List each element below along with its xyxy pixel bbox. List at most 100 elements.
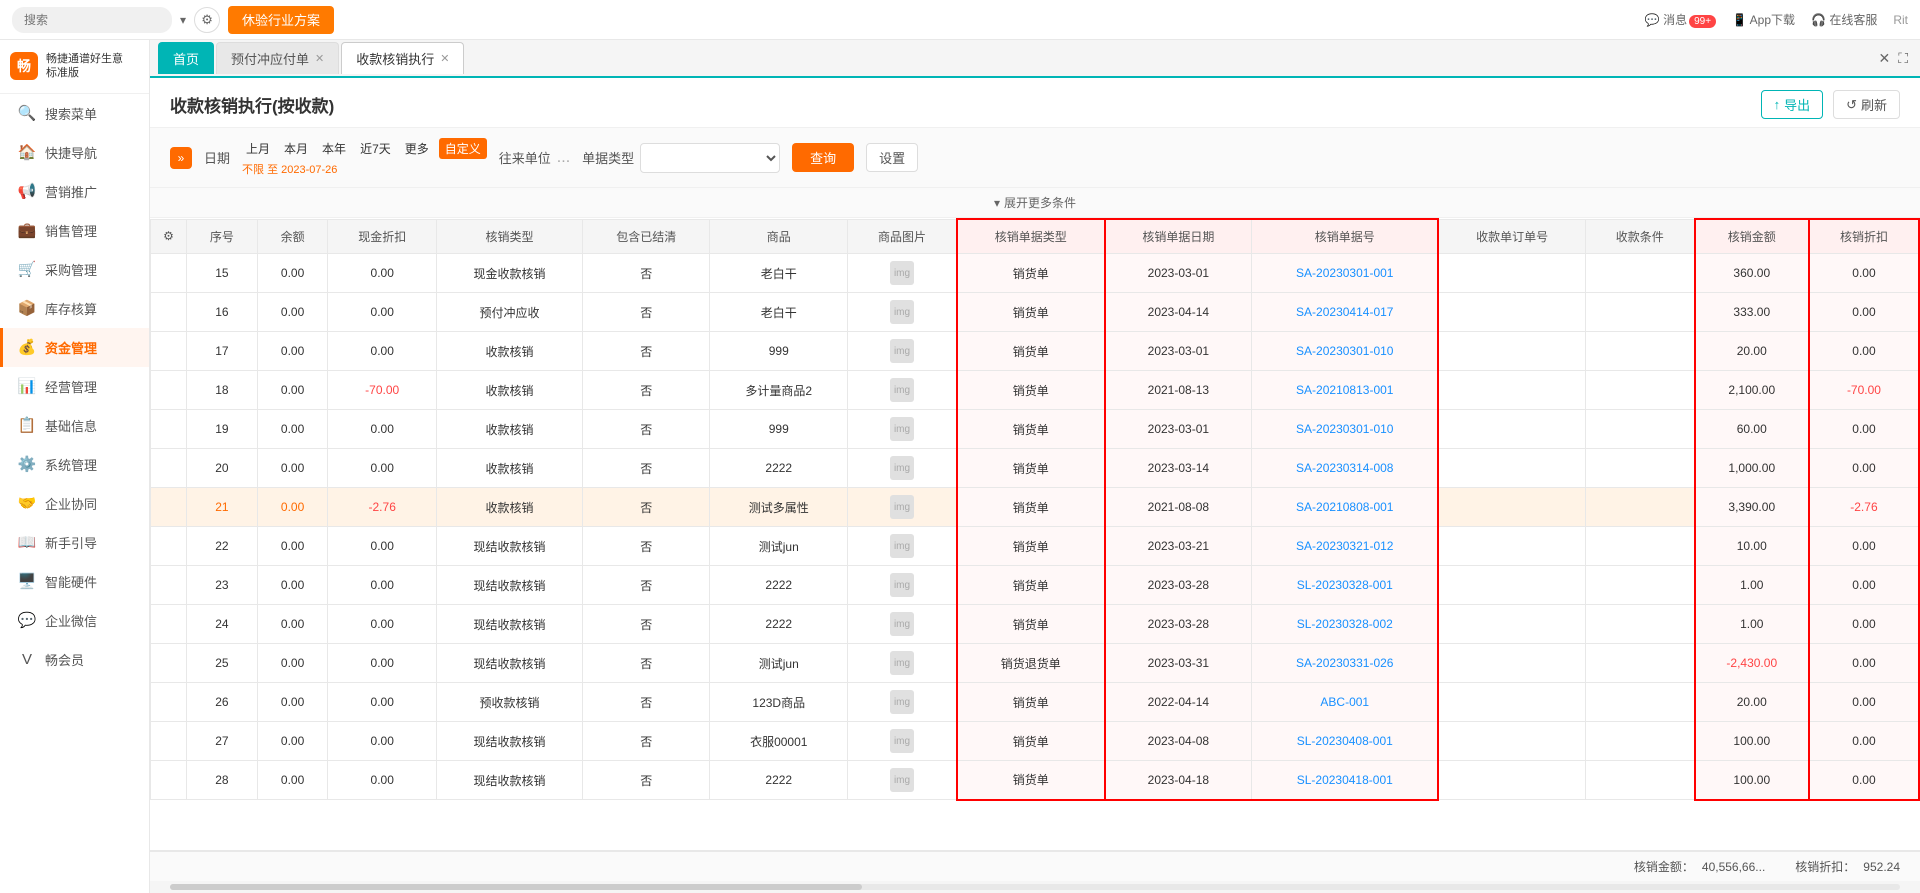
table-cell: 2023-03-01 xyxy=(1105,254,1252,293)
table-cell[interactable]: SL-20230418-001 xyxy=(1252,761,1439,800)
table-cell: 0.00 xyxy=(328,644,436,683)
goods-img-cell: img xyxy=(848,566,957,605)
date-btn-more[interactable]: 更多 xyxy=(401,138,433,159)
date-btn-this-year[interactable]: 本年 xyxy=(318,138,350,159)
tab-close-button[interactable]: ✕ xyxy=(1878,50,1890,67)
table-cell: 0.00 xyxy=(328,449,436,488)
date-filter-group: 上月 本月 本年 近7天 更多 自定义 不限 至 2023-07-26 xyxy=(242,138,487,177)
table-cell: 0.00 xyxy=(257,683,328,722)
table-cell[interactable]: SL-20230328-001 xyxy=(1252,566,1439,605)
tab-bar: 首页 预付冲应付单 ✕ 收款核销执行 ✕ ✕ ⛶ xyxy=(150,40,1920,78)
col-settings: ⚙ xyxy=(151,219,187,254)
table-cell: 测试多属性 xyxy=(710,488,848,527)
table-cell: 1.00 xyxy=(1695,605,1809,644)
table-cell: 0.00 xyxy=(328,410,436,449)
table-cell: 测试jun xyxy=(710,644,848,683)
table-cell: 360.00 xyxy=(1695,254,1809,293)
message-link[interactable]: 💬 消息99+ xyxy=(1645,11,1716,28)
table-cell[interactable]: SL-20230328-002 xyxy=(1252,605,1439,644)
table-cell: 999 xyxy=(710,410,848,449)
date-btn-7days[interactable]: 近7天 xyxy=(356,138,395,159)
date-btn-custom[interactable]: 自定义 xyxy=(439,138,487,159)
table-cell: 0.00 xyxy=(328,527,436,566)
table-cell xyxy=(1438,527,1585,566)
table-cell: -70.00 xyxy=(1809,371,1919,410)
service-link[interactable]: 🎧 在线客服 xyxy=(1811,11,1877,28)
table-cell: 1.00 xyxy=(1695,566,1809,605)
table-cell: 销货单 xyxy=(957,371,1105,410)
sidebar-label-finance: 资金管理 xyxy=(45,338,97,357)
table-cell xyxy=(151,371,187,410)
sidebar-item-inventory[interactable]: 📦 库存核算 xyxy=(0,289,149,328)
table-cell[interactable]: SA-20230331-026 xyxy=(1252,644,1439,683)
industry-button[interactable]: 休验行业方案 xyxy=(228,6,334,34)
sidebar-item-basic[interactable]: 📋 基础信息 xyxy=(0,406,149,445)
table-cell: 27 xyxy=(187,722,258,761)
sidebar-item-guide[interactable]: 📖 新手引导 xyxy=(0,523,149,562)
tab-maximize-button[interactable]: ⛶ xyxy=(1898,50,1908,67)
refresh-button[interactable]: ↺ 刷新 xyxy=(1833,90,1900,119)
sidebar-item-system[interactable]: ⚙️ 系统管理 xyxy=(0,445,149,484)
table-cell[interactable]: SA-20230414-017 xyxy=(1252,293,1439,332)
tab-prepay[interactable]: 预付冲应付单 ✕ xyxy=(216,42,339,74)
sidebar-item-corp[interactable]: 🤝 企业协同 xyxy=(0,484,149,523)
horizontal-scrollbar[interactable] xyxy=(150,881,1920,893)
table-cell: 2023-04-08 xyxy=(1105,722,1252,761)
date-btn-this-month[interactable]: 本月 xyxy=(280,138,312,159)
table-cell: 销货单 xyxy=(957,488,1105,527)
dropdown-chevron-icon[interactable]: ▾ xyxy=(180,13,186,27)
bill-type-select[interactable] xyxy=(640,143,780,173)
top-bar: ▾ ⚙ 休验行业方案 💬 消息99+ 📱 App下载 🎧 在线客服 Rit xyxy=(0,0,1920,40)
table-cell: 0.00 xyxy=(257,254,328,293)
table-cell[interactable]: SA-20230301-001 xyxy=(1252,254,1439,293)
table-cell: 0.00 xyxy=(257,371,328,410)
sidebar-item-hardware[interactable]: 🖥️ 智能硬件 xyxy=(0,562,149,601)
sidebar-item-wechat[interactable]: 💬 企业微信 xyxy=(0,601,149,640)
app-download-link[interactable]: 📱 App下载 xyxy=(1732,11,1795,28)
table-cell: 16 xyxy=(187,293,258,332)
sidebar-item-business[interactable]: 📊 经营管理 xyxy=(0,367,149,406)
table-cell[interactable]: SA-20230301-010 xyxy=(1252,332,1439,371)
partner-dots[interactable]: ... xyxy=(557,149,570,167)
search-input[interactable] xyxy=(12,7,172,33)
table-cell[interactable]: SA-20210813-001 xyxy=(1252,371,1439,410)
date-btn-last-month[interactable]: 上月 xyxy=(242,138,274,159)
sidebar-item-vip[interactable]: V 畅会员 xyxy=(0,640,149,679)
sidebar-item-purchase[interactable]: 🛒 采购管理 xyxy=(0,250,149,289)
query-button[interactable]: 查询 xyxy=(792,143,854,172)
filter-expand-button[interactable]: » xyxy=(170,147,192,169)
table-cell[interactable]: SA-20230314-008 xyxy=(1252,449,1439,488)
table-cell: 销货单 xyxy=(957,605,1105,644)
table-cell: 21 xyxy=(187,488,258,527)
sidebar-item-shortcut[interactable]: 🏠 快捷导航 xyxy=(0,133,149,172)
table-cell[interactable]: ABC-001 xyxy=(1252,683,1439,722)
table-cell xyxy=(1438,722,1585,761)
table-cell[interactable]: SA-20230301-010 xyxy=(1252,410,1439,449)
sidebar-item-sales[interactable]: 💼 销售管理 xyxy=(0,211,149,250)
table-cell[interactable]: SL-20230408-001 xyxy=(1252,722,1439,761)
sidebar: 畅 畅捷通谱好生意标准版 🔍 搜索菜单 🏠 快捷导航 📢 营销推广 💼 销售管理… xyxy=(0,40,150,893)
table-cell: 0.00 xyxy=(328,293,436,332)
tab-home[interactable]: 首页 xyxy=(158,42,214,74)
table-cell: 2222 xyxy=(710,449,848,488)
page-title: 收款核销执行(按收款) xyxy=(170,92,334,117)
tab-verify-close-icon[interactable]: ✕ xyxy=(440,52,449,65)
sidebar-item-finance[interactable]: 💰 资金管理 xyxy=(0,328,149,367)
tab-verify[interactable]: 收款核销执行 ✕ xyxy=(341,42,464,74)
table-cell xyxy=(1438,449,1585,488)
user-label[interactable]: Rit xyxy=(1893,13,1908,27)
sidebar-label-marketing: 营销推广 xyxy=(45,182,97,201)
sidebar-item-marketing[interactable]: 📢 营销推广 xyxy=(0,172,149,211)
table-cell: 预付冲应收 xyxy=(436,293,582,332)
filter-setting-button[interactable]: 设置 xyxy=(866,143,918,172)
sidebar-item-search[interactable]: 🔍 搜索菜单 xyxy=(0,94,149,133)
expand-more-row[interactable]: ▾ 展开更多条件 xyxy=(150,188,1920,218)
tab-prepay-close-icon[interactable]: ✕ xyxy=(315,52,324,65)
table-container[interactable]: ⚙ 序号 余额 现金折扣 核销类型 包含已结清 商品 商品图片 核销单据类型 核… xyxy=(150,218,1920,850)
settings-icon[interactable]: ⚙ xyxy=(194,7,220,33)
table-cell[interactable]: SA-20230321-012 xyxy=(1252,527,1439,566)
scroll-thumb[interactable] xyxy=(170,884,862,890)
table-cell[interactable]: SA-20210808-001 xyxy=(1252,488,1439,527)
export-button[interactable]: ↑ 导出 xyxy=(1761,90,1824,119)
table-cell: 销货单 xyxy=(957,683,1105,722)
